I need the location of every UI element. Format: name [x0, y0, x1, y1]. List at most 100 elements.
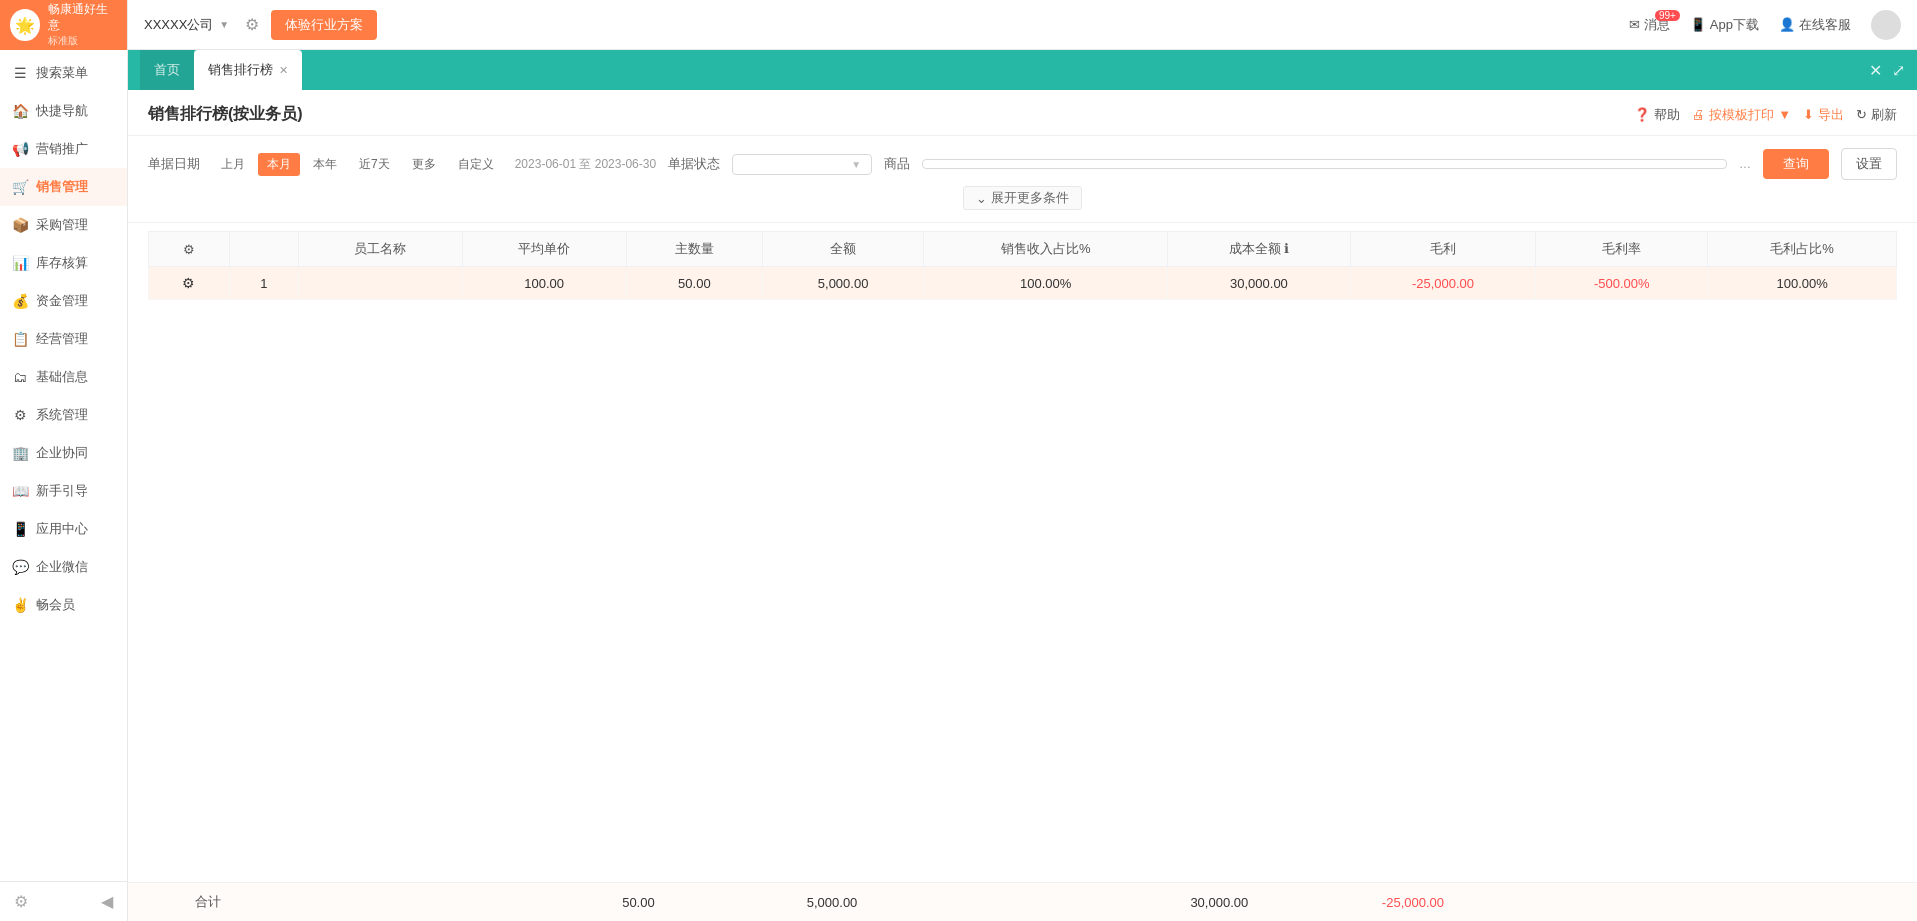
sidebar-item-sales[interactable]: 🛒 销售管理 [0, 168, 127, 206]
date-tab-prev-month[interactable]: 上月 [212, 153, 254, 176]
sidebar-item-search-order[interactable]: ☰搜索菜单 [0, 54, 127, 92]
sidebar-icon-system: ⚙ [12, 407, 28, 423]
app-download-btn[interactable]: 📱 App下载 [1690, 16, 1759, 34]
sidebar-item-inventory[interactable]: 📊 库存核算 [0, 244, 127, 282]
footer-sales-pct [929, 895, 1123, 910]
date-tab-custom[interactable]: 自定义 [449, 153, 503, 176]
sidebar-icon-wechat: 💬 [12, 559, 28, 575]
sidebar-item-purchase[interactable]: 📦采购管理 [0, 206, 127, 244]
sidebar-label-marketing: 营销推广 [36, 140, 88, 158]
sidebar-icon-purchase: 📦 [12, 217, 28, 233]
filter-row-1: 单据日期 上月 本月 本年 近7天 更多 自定义 2023-06-01 至 20… [148, 148, 1897, 180]
filter-bar: 单据日期 上月 本月 本年 近7天 更多 自定义 2023-06-01 至 20… [128, 136, 1917, 223]
sidebar-item-system[interactable]: ⚙系统管理 [0, 396, 127, 434]
settings-gear-icon[interactable]: ⚙ [245, 15, 259, 34]
app-icon: 📱 [1690, 17, 1706, 32]
row-cost: 30,000.00 [1168, 267, 1350, 300]
sidebar-footer: ⚙ ◀ [0, 881, 127, 921]
col-settings[interactable]: ⚙ [149, 232, 230, 267]
print-arrow-icon: ▼ [1778, 107, 1791, 122]
sidebar-label-basic-info: 基础信息 [36, 368, 88, 386]
date-tab-more[interactable]: 更多 [403, 153, 445, 176]
footer-values: 50.00 5,000.00 30,000.00 -25,000.00 [348, 895, 1897, 910]
date-tab-year[interactable]: 本年 [304, 153, 346, 176]
refresh-icon: ↻ [1856, 107, 1867, 122]
date-tab-7days[interactable]: 近7天 [350, 153, 399, 176]
col-cost: 成本全额 ℹ [1168, 232, 1350, 267]
table-footer: 合计 50.00 5,000.00 30,000.00 -25,000.00 [128, 882, 1917, 921]
footer-gross-pct [1703, 895, 1897, 910]
query-btn[interactable]: 查询 [1763, 149, 1829, 179]
sidebar-item-enterprise[interactable]: 🏢企业协同 [0, 434, 127, 472]
avatar[interactable] [1871, 10, 1901, 40]
sidebar-label-guide: 新手引导 [36, 482, 88, 500]
company-selector[interactable]: XXXXX公司 ▼ [144, 16, 229, 34]
settings-icon[interactable]: ⚙ [14, 892, 28, 911]
sidebar-icon-guide: 📖 [12, 483, 28, 499]
date-tabs: 上月 本月 本年 近7天 更多 自定义 [212, 153, 503, 176]
topbar: XXXXX公司 ▼ ⚙ 体验行业方案 ✉ 消息 99+ 📱 App下载 👤 在线… [128, 0, 1917, 50]
table-row: ⚙ 1 100.00 50.00 5,000.00 100.00% 30,000… [149, 267, 1897, 300]
export-icon: ⬇ [1803, 107, 1814, 122]
sidebar-item-guide[interactable]: 📖 新手引导 [0, 472, 127, 510]
sidebar-icon-sales: 🛒 [12, 179, 28, 195]
page-title: 销售排行榜(按业务员) [148, 104, 303, 125]
print-btn[interactable]: 🖨 按模板打印 ▼ [1692, 106, 1791, 124]
tab-sales-ranking-label: 销售排行榜 [208, 61, 273, 79]
filter-settings-btn[interactable]: 设置 [1841, 148, 1897, 180]
sidebar-icon-basic-info: 🗂 [12, 369, 28, 385]
message-btn[interactable]: ✉ 消息 99+ [1629, 16, 1670, 34]
expand-conditions-btn[interactable]: ⌄ 展开更多条件 [963, 186, 1082, 210]
row-settings[interactable]: ⚙ [149, 267, 230, 300]
status-label: 单据状态 [668, 155, 720, 173]
row-main-qty: 50.00 [626, 267, 762, 300]
help-btn[interactable]: ❓ 帮助 [1634, 106, 1680, 124]
sidebar-item-app-center[interactable]: 📱应用中心 [0, 510, 127, 548]
sidebar-item-basic-info[interactable]: 🗂 基础信息 [0, 358, 127, 396]
sidebar-label-operation: 经营管理 [36, 330, 88, 348]
row-rank: 1 [229, 267, 298, 300]
collapse-icon[interactable]: ◀ [101, 892, 113, 911]
col-name: 员工名称 [298, 232, 462, 267]
print-icon: 🖨 [1692, 107, 1705, 122]
sidebar-label-wechat: 企业微信 [36, 558, 88, 576]
row-gross-rate: -500.00% [1536, 267, 1708, 300]
sidebar-icon-inventory: 📊 [12, 255, 28, 271]
col-gross-rate: 毛利率 [1536, 232, 1708, 267]
goods-input[interactable] [922, 159, 1727, 169]
trial-btn[interactable]: 体验行业方案 [271, 10, 377, 40]
logo-text: 畅康通好生意 标准版 [48, 2, 117, 47]
export-btn[interactable]: ⬇ 导出 [1803, 106, 1844, 124]
help-icon: ❓ [1634, 107, 1650, 122]
tab-close-icon[interactable]: ✕ [279, 64, 288, 77]
online-service-btn[interactable]: 👤 在线客服 [1779, 16, 1851, 34]
sidebar-label-app-center: 应用中心 [36, 520, 88, 538]
status-select[interactable]: ▼ [732, 154, 872, 175]
more-conditions-icon[interactable]: … [1739, 157, 1751, 171]
sidebar-item-marketing[interactable]: 📢营销推广 [0, 130, 127, 168]
sidebar-item-wechat[interactable]: 💬 企业微信 [0, 548, 127, 586]
expand-row: ⌄ 展开更多条件 [148, 180, 1897, 214]
col-main-qty: 主数量 [626, 232, 762, 267]
tab-sales-ranking[interactable]: 销售排行榜 ✕ [194, 50, 302, 90]
table-wrapper: ⚙ 员工名称 平均单价 主数量 全额 销售收入占比% 成本全额 ℹ 毛利 毛利率… [128, 223, 1917, 882]
sidebar-label-search-order: 搜索菜单 [36, 64, 88, 82]
expand-icon[interactable]: ⤢ [1892, 61, 1905, 80]
row-gross: -25,000.00 [1350, 267, 1536, 300]
tab-home[interactable]: 首页 [140, 50, 194, 90]
topbar-right: ✉ 消息 99+ 📱 App下载 👤 在线客服 [1629, 10, 1901, 40]
sidebar-item-operation[interactable]: 📋经营管理 [0, 320, 127, 358]
col-gross-pct: 毛利占比% [1708, 232, 1897, 267]
sidebar-label-sales: 销售管理 [36, 178, 88, 196]
date-tab-current-month[interactable]: 本月 [258, 153, 300, 176]
sidebar-item-finance[interactable]: 💰资金管理 [0, 282, 127, 320]
close-all-icon[interactable]: ✕ [1869, 61, 1882, 80]
sidebar-item-member[interactable]: ✌畅会员 [0, 586, 127, 624]
sidebar-label-inventory: 库存核算 [36, 254, 88, 272]
sidebar-label-quick-nav: 快捷导航 [36, 102, 88, 120]
footer-gross: -25,000.00 [1316, 895, 1510, 910]
sidebar-icon-finance: 💰 [12, 293, 28, 309]
refresh-btn[interactable]: ↻ 刷新 [1856, 106, 1897, 124]
sidebar-item-quick-nav[interactable]: 🏠快捷导航 [0, 92, 127, 130]
sidebar-icon-member: ✌ [12, 597, 28, 613]
